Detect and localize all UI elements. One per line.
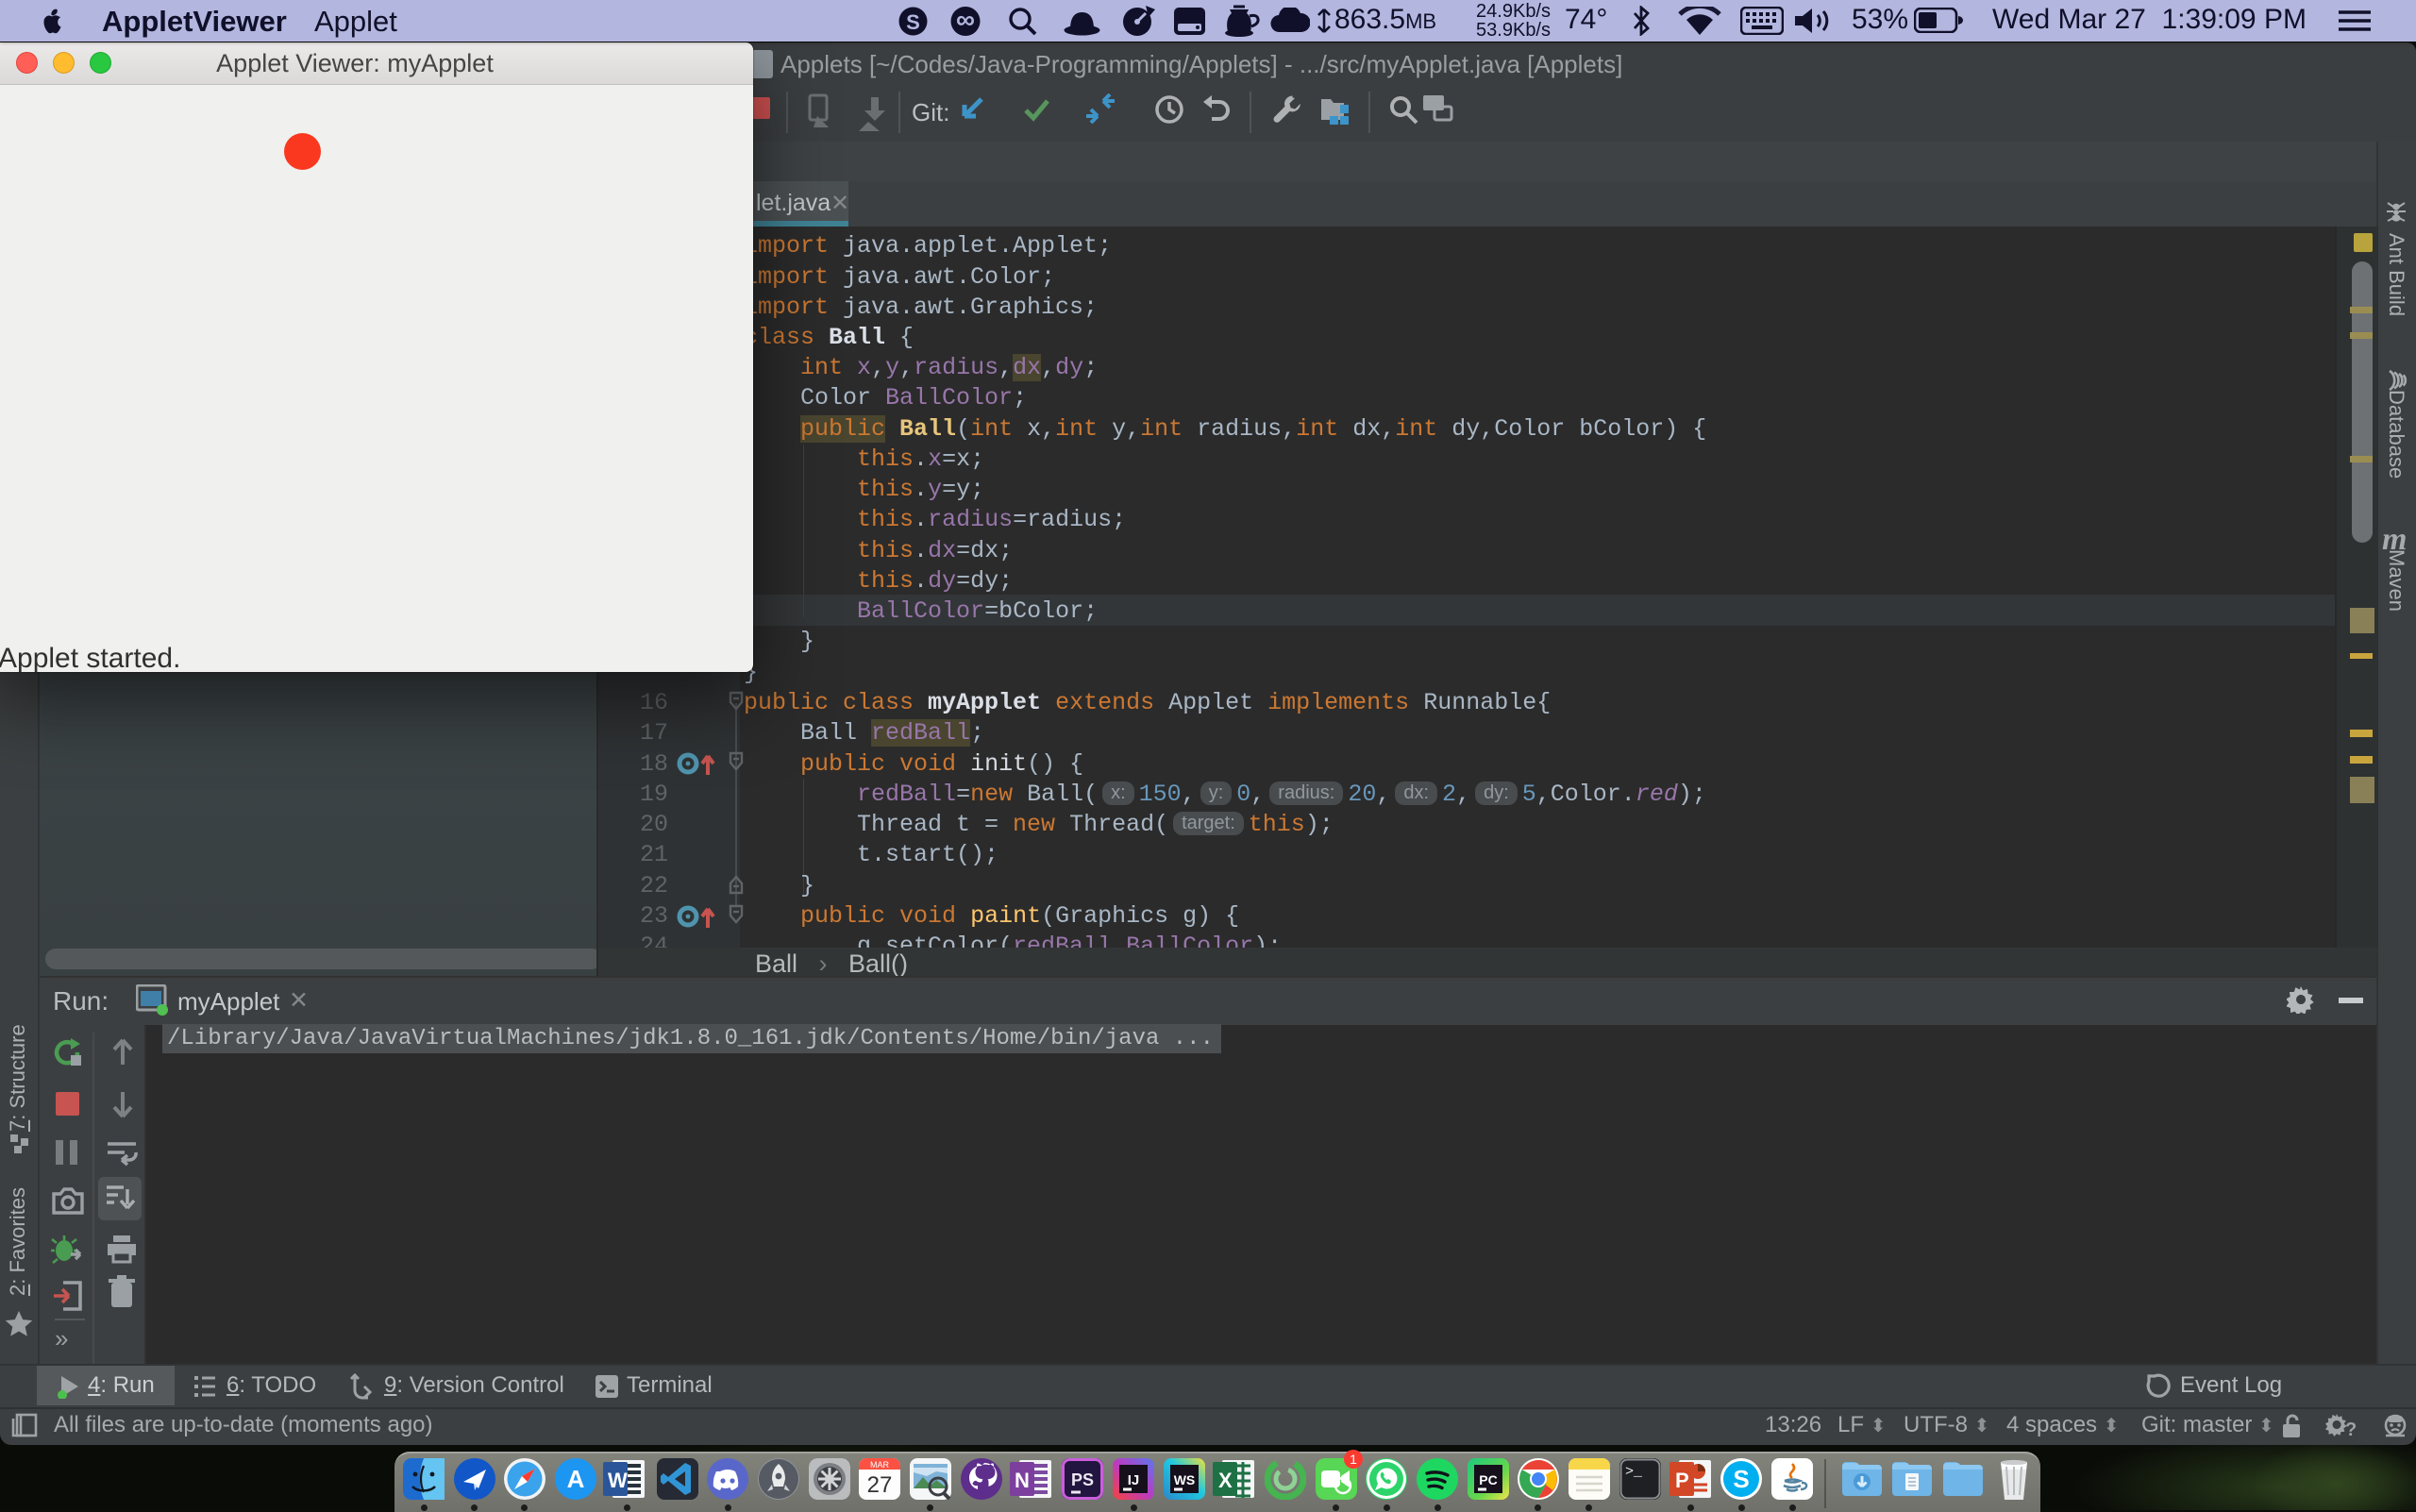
- svg-text:S: S: [1733, 1465, 1749, 1493]
- svg-text:MAR: MAR: [870, 1460, 890, 1470]
- svg-text:N: N: [1015, 1469, 1030, 1492]
- svg-text:>_: >_: [1625, 1464, 1643, 1480]
- svg-text:P: P: [1675, 1469, 1689, 1492]
- svg-text:X: X: [1218, 1469, 1233, 1492]
- svg-text:PS: PS: [1071, 1470, 1094, 1489]
- svg-text:S: S: [906, 10, 920, 34]
- svg-text:?: ?: [2345, 1420, 2357, 1439]
- svg-text:IJ: IJ: [1128, 1472, 1140, 1488]
- svg-text:A: A: [567, 1465, 585, 1493]
- svg-text:W: W: [608, 1469, 628, 1492]
- svg-text:PC: PC: [1479, 1472, 1497, 1487]
- svg-text:∞: ∞: [956, 5, 975, 34]
- svg-text:27: 27: [867, 1472, 893, 1498]
- svg-text:WS: WS: [1174, 1472, 1196, 1487]
